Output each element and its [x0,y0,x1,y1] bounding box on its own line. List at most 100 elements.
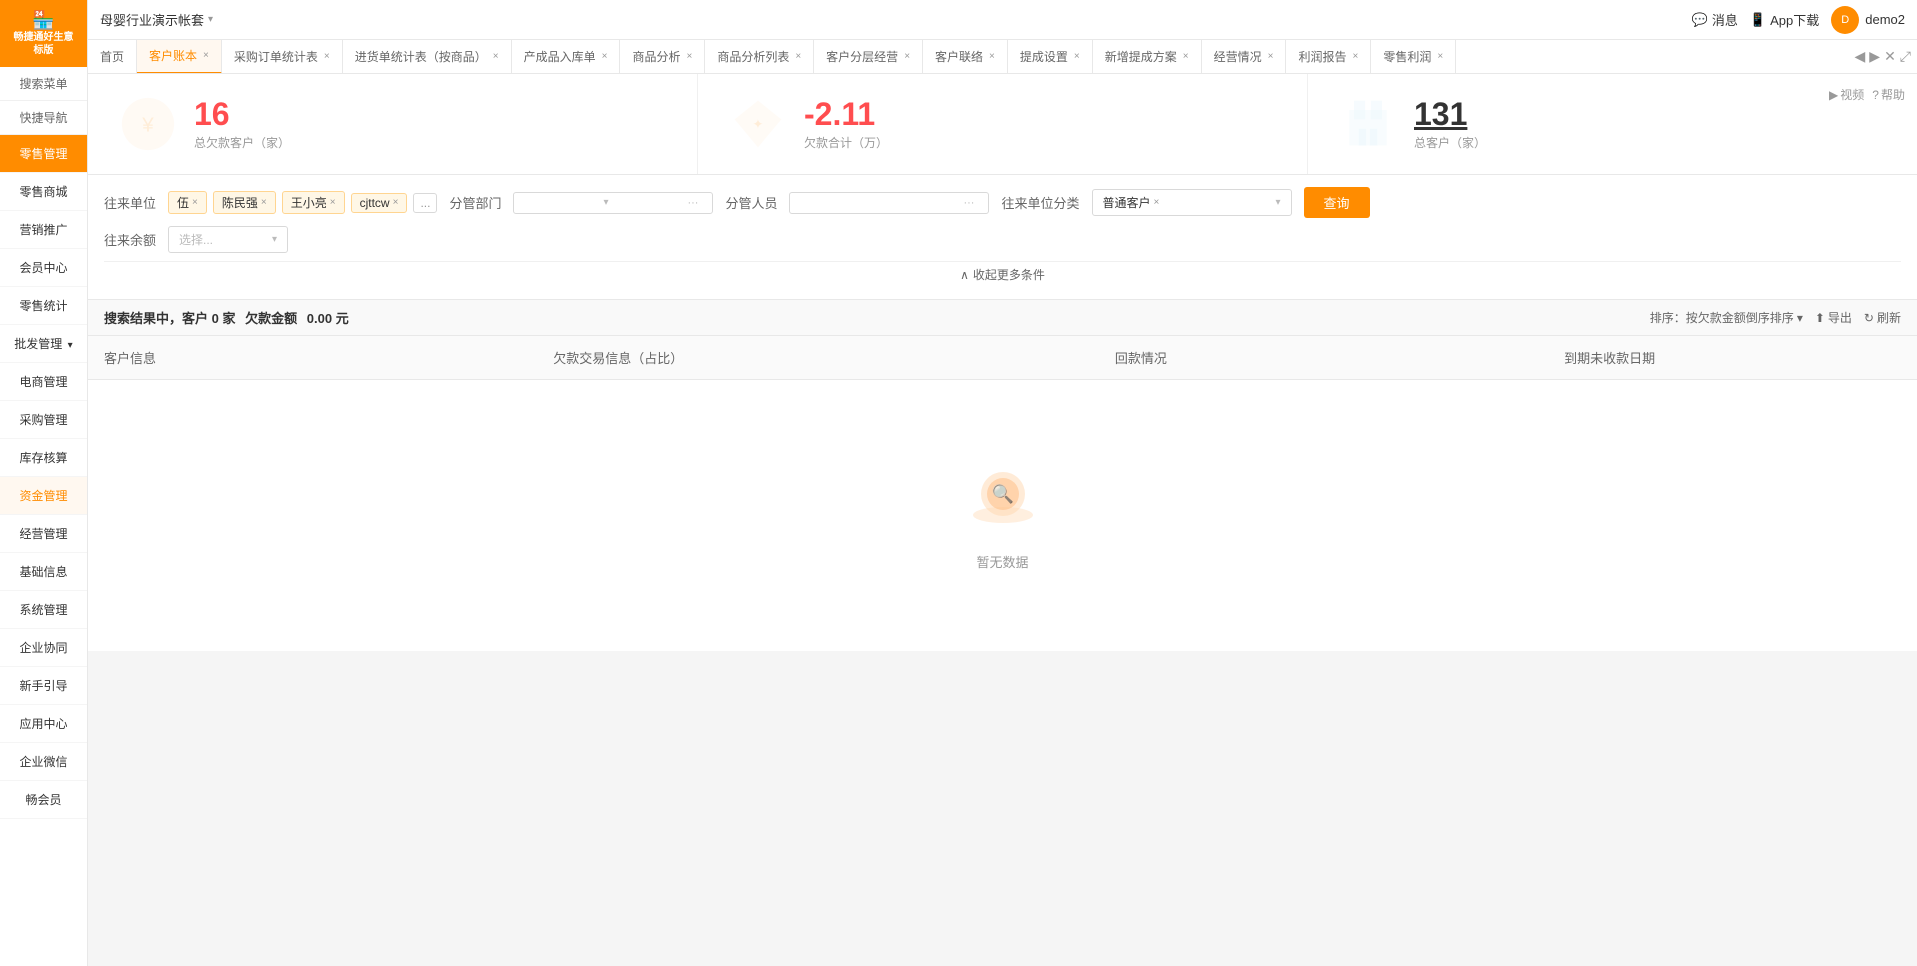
stat-label-total-customers: 总客户（家） [1414,134,1887,151]
tab-new-commission-plan[interactable]: 新增提成方案 × [1093,40,1202,74]
chevron-down-icon: ▾ [208,14,213,25]
balance-filter-select[interactable]: 选择... ▾ [168,226,288,253]
tab-customer-contact[interactable]: 客户联络 × [923,40,1008,74]
sidebar-item-wholesale[interactable]: 批发管理 ▾ [0,325,87,363]
filter-tag-chenminqiang: 陈民强 × [213,191,276,214]
sidebar-item-collaboration[interactable]: 企业协同 [0,629,87,667]
sidebar-item-member-center[interactable]: 会员中心 [0,249,87,287]
sidebar-item-member[interactable]: 畅会员 [0,781,87,819]
sidebar-item-basic-info[interactable]: 基础信息 [0,553,87,591]
sidebar-item-retail-stats[interactable]: 零售统计 [0,287,87,325]
stat-total-customers: 131 总客户（家） ▶ 视频 ? 帮助 [1308,74,1917,174]
collapse-filter-btn[interactable]: ∧ 收起更多条件 [104,261,1901,287]
sidebar-item-retail-mgmt[interactable]: 零售管理 [0,135,87,173]
tab-operations[interactable]: 经营情况 × [1202,40,1287,74]
clear-manager-icon[interactable]: ··· [963,197,974,209]
avatar: D [1831,6,1859,34]
sidebar-quick-nav[interactable]: 快捷导航 [0,101,87,135]
sidebar-item-retail-mall[interactable]: 零售商城 [0,173,87,211]
unit-category-filter-label: 往来单位分类 [1001,193,1079,212]
topbar-right: 💬 消息 📱 App下载 D demo2 [1692,6,1905,34]
th-customer-info: 客户信息 [104,348,553,367]
user-menu[interactable]: D demo2 [1831,6,1905,34]
refresh-btn[interactable]: ↻ 刷新 [1864,309,1901,326]
stat-info-total-customers: 131 总客户（家） [1414,98,1887,151]
svg-text:¥: ¥ [141,113,154,136]
filter-tag-cjttcw: cjttcw × [351,193,408,213]
sort-label: 排序：按欠款金额倒序排序 [1650,309,1794,326]
help-btn[interactable]: ? 帮助 [1872,86,1905,103]
logo-icon: 🏪 [32,10,54,31]
sidebar-item-marketing[interactable]: 营销推广 [0,211,87,249]
close-icon[interactable]: × [686,51,692,62]
refresh-icon: ↻ [1864,311,1874,325]
tab-product-analysis-list[interactable]: 商品分析列表 × [705,40,814,74]
prev-tab-icon[interactable]: ◀ [1855,48,1866,65]
close-icon[interactable]: × [1074,51,1080,62]
play-icon: ▶ [1829,88,1838,102]
export-btn[interactable]: ⬆ 导出 [1815,309,1852,326]
manager-filter-select[interactable]: ··· [789,192,989,214]
close-icon[interactable]: × [1437,51,1443,62]
tab-customer-tier[interactable]: 客户分层经营 × [814,40,923,74]
sidebar-item-purchase[interactable]: 采购管理 [0,401,87,439]
tab-profit-report[interactable]: 利润报告 × [1286,40,1371,74]
clear-dept-icon[interactable]: ··· [687,197,698,209]
tab-purchase-order-stats[interactable]: 采购订单统计表 × [222,40,343,74]
download-icon: 📱 [1750,12,1766,28]
sidebar-item-guide[interactable]: 新手引导 [0,667,87,705]
unit-category-filter-select[interactable]: 普通客户 × ▾ [1092,189,1292,216]
sidebar-search[interactable]: 搜索菜单 [0,67,87,101]
tag-close-chenminqiang[interactable]: × [261,197,267,208]
sidebar-item-wechat-work[interactable]: 企业微信 [0,743,87,781]
tag-close-wangxiaoliang[interactable]: × [330,197,336,208]
result-actions: 排序：按欠款金额倒序排序 ▾ ⬆ 导出 ↻ 刷新 [1650,309,1901,326]
maximize-icon[interactable]: ⤢ [1900,48,1911,65]
tab-home[interactable]: 首页 [88,40,137,74]
tab-customer-ledger[interactable]: 客户账本 × [137,40,222,74]
chevron-down-icon: ▾ [1797,311,1803,325]
app-download-btn[interactable]: 📱 App下载 [1750,10,1819,29]
close-icon[interactable]: × [602,51,608,62]
sort-select[interactable]: 排序：按欠款金额倒序排序 ▾ [1650,309,1803,326]
stat-value-total-customers: 131 [1414,98,1887,130]
chevron-down-icon: ▾ [603,197,608,208]
stat-info-debt-customers: 16 总欠款客户（家） [194,98,667,151]
close-icon[interactable]: × [493,51,499,62]
query-button[interactable]: 查询 [1304,187,1370,218]
tag-close-cjttcw[interactable]: × [393,197,399,208]
tag-close-category[interactable]: × [1154,197,1160,208]
tab-production-receipt[interactable]: 产成品入库单 × [512,40,621,74]
close-icon[interactable]: × [904,51,910,62]
tag-close-wu[interactable]: × [192,197,198,208]
close-icon[interactable]: × [324,51,330,62]
coin-icon: ¥ [118,94,178,154]
close-icon[interactable]: × [1352,51,1358,62]
message-btn[interactable]: 💬 消息 [1692,10,1738,29]
next-tab-icon[interactable]: ▶ [1869,48,1880,65]
tab-product-analysis[interactable]: 商品分析 × [620,40,705,74]
close-icon[interactable]: × [795,51,801,62]
sidebar-item-operations[interactable]: 经营管理 [0,515,87,553]
video-btn[interactable]: ▶ 视频 [1829,86,1864,103]
sidebar-item-finance[interactable]: 资金管理 [0,477,87,515]
sidebar-item-appstore[interactable]: 应用中心 [0,705,87,743]
close-icon[interactable]: × [989,51,995,62]
filter-more-btn[interactable]: ... [413,193,437,213]
tab-commission-settings[interactable]: 提成设置 × [1008,40,1093,74]
stat-total-debt-customers: ¥ 16 总欠款客户（家） [88,74,698,174]
sidebar-item-system[interactable]: 系统管理 [0,591,87,629]
company-selector[interactable]: 母婴行业演示帐套 ▾ [100,10,213,29]
close-icon[interactable]: × [203,50,209,61]
close-icon[interactable]: × [1183,51,1189,62]
sidebar-item-ecommerce[interactable]: 电商管理 [0,363,87,401]
close-all-icon[interactable]: ✕ [1884,48,1896,65]
tab-goods-receipt-stats[interactable]: 进货单统计表（按商品） × [343,40,512,74]
sidebar-item-inventory[interactable]: 库存核算 [0,439,87,477]
dept-filter-select[interactable]: ▾ ··· [513,192,713,214]
close-icon[interactable]: × [1268,51,1274,62]
content-area: ¥ 16 总欠款客户（家） ✦ -2.11 欠款合计（万） [88,74,1917,966]
sidebar: 🏪 畅捷通好生意 标版 搜索菜单 快捷导航 零售管理 零售商城 营销推广 会员中… [0,0,88,966]
tab-retail-profit[interactable]: 零售利润 × [1371,40,1456,74]
main-area: 母婴行业演示帐套 ▾ 💬 消息 📱 App下载 D demo2 首页 客户账本 [88,0,1917,966]
